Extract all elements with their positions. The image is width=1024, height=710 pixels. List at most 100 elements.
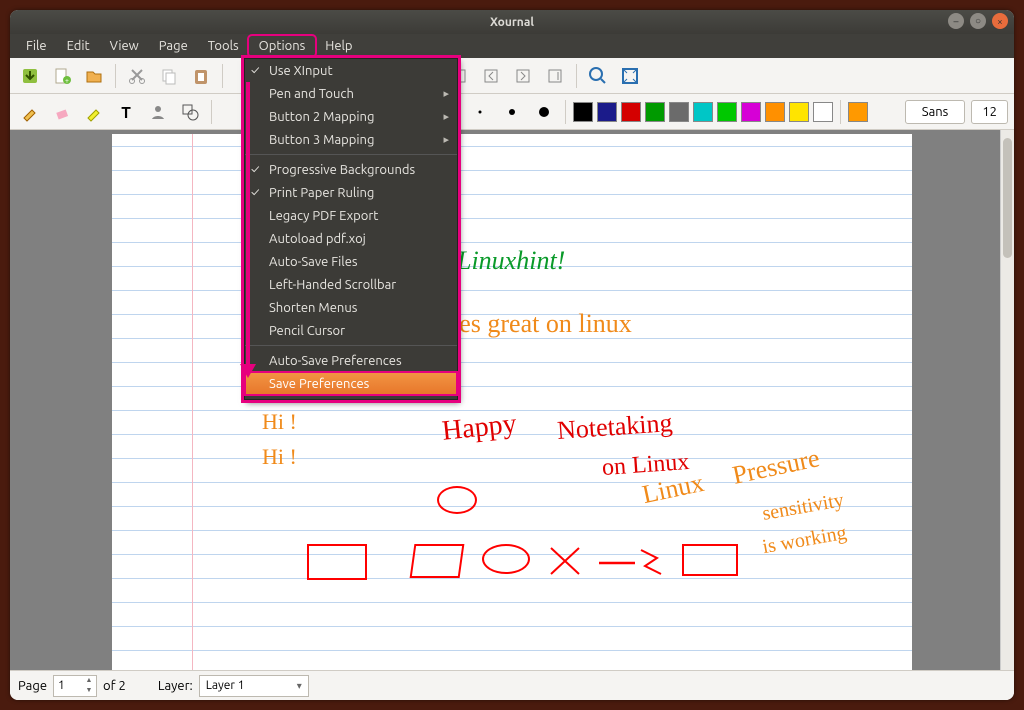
titlebar: Xournal – ○ × xyxy=(10,10,1014,34)
layer-combo[interactable]: Layer 1 xyxy=(199,675,309,697)
menu-item[interactable]: Shorten Menus xyxy=(245,296,457,319)
medium-stroke-icon[interactable] xyxy=(498,98,526,126)
maximize-button[interactable]: ○ xyxy=(970,13,986,29)
color-palette xyxy=(573,102,833,122)
paste-icon[interactable] xyxy=(187,62,215,90)
separator xyxy=(211,100,212,124)
pen-tool-icon[interactable] xyxy=(16,98,44,126)
menu-tools[interactable]: Tools xyxy=(198,36,249,56)
separator xyxy=(115,64,116,88)
new-icon[interactable]: + xyxy=(48,62,76,90)
hand-text: Hi ! xyxy=(262,444,297,470)
menu-item[interactable]: Left-Handed Scrollbar xyxy=(245,273,457,296)
menu-item[interactable]: Auto-Save Preferences xyxy=(245,349,457,372)
menu-file[interactable]: File xyxy=(16,36,57,56)
menu-item[interactable]: Autoload pdf.xoj xyxy=(245,227,457,250)
menu-edit[interactable]: Edit xyxy=(57,36,100,56)
drawn-oval xyxy=(482,544,530,574)
menu-item[interactable]: Button 3 Mapping xyxy=(245,128,457,151)
copy-icon[interactable] xyxy=(155,62,183,90)
separator xyxy=(576,64,577,88)
hand-text: Linuxhint! xyxy=(457,246,565,276)
drawn-rect xyxy=(682,544,738,576)
current-color-swatch[interactable] xyxy=(848,102,868,122)
color-swatch[interactable] xyxy=(621,102,641,122)
text-tool-icon[interactable]: T xyxy=(112,98,140,126)
eraser-tool-icon[interactable] xyxy=(48,98,76,126)
canvas-area[interactable]: Linuxhint! les great on linux Hi ! Hi ! … xyxy=(10,130,1014,670)
app-window: Xournal – ○ × File Edit View Page Tools … xyxy=(10,10,1014,700)
page-of-label: of 2 xyxy=(103,679,126,693)
menu-separator xyxy=(245,154,457,155)
highlighter-tool-icon[interactable] xyxy=(80,98,108,126)
close-button[interactable]: × xyxy=(992,13,1008,29)
zoom-icon[interactable] xyxy=(584,62,612,90)
menu-page[interactable]: Page xyxy=(149,36,198,56)
font-selector: Sans 12 xyxy=(905,100,1008,124)
color-swatch[interactable] xyxy=(597,102,617,122)
color-swatch[interactable] xyxy=(693,102,713,122)
options-dropdown: Use XInputPen and TouchButton 2 MappingB… xyxy=(244,58,458,400)
tool-options-toolbar: T Sans 12 xyxy=(10,94,1014,130)
thick-stroke-icon[interactable] xyxy=(530,98,558,126)
menu-separator xyxy=(245,345,457,346)
menu-view[interactable]: View xyxy=(100,36,149,56)
color-swatch[interactable] xyxy=(645,102,665,122)
image-tool-icon[interactable] xyxy=(144,98,172,126)
margin-line xyxy=(192,134,193,670)
prev-page-icon[interactable] xyxy=(477,62,505,90)
vertical-scrollbar[interactable] xyxy=(1000,130,1014,670)
main-toolbar: + xyxy=(10,58,1014,94)
window-controls: – ○ × xyxy=(948,13,1008,29)
separator xyxy=(458,100,459,124)
save-icon[interactable] xyxy=(16,62,44,90)
drawn-oval xyxy=(437,486,477,514)
drawn-rect xyxy=(307,544,367,580)
paper-page[interactable]: Linuxhint! les great on linux Hi ! Hi ! … xyxy=(112,134,912,670)
page-number-value: 1 xyxy=(58,679,65,692)
menu-item[interactable]: Button 2 Mapping xyxy=(245,105,457,128)
color-swatch[interactable] xyxy=(765,102,785,122)
menu-options[interactable]: Options xyxy=(249,36,316,56)
color-swatch[interactable] xyxy=(717,102,737,122)
last-page-icon[interactable] xyxy=(541,62,569,90)
separator xyxy=(840,100,841,124)
page-number-spin[interactable]: 1 ▲▼ xyxy=(53,675,97,697)
font-size-button[interactable]: 12 xyxy=(971,100,1008,124)
next-page-icon[interactable] xyxy=(509,62,537,90)
color-swatch[interactable] xyxy=(789,102,809,122)
drawn-x xyxy=(547,544,587,578)
cut-icon[interactable] xyxy=(123,62,151,90)
menu-item[interactable]: Auto-Save Files xyxy=(245,250,457,273)
page-label: Page xyxy=(18,679,47,693)
color-swatch[interactable] xyxy=(669,102,689,122)
scrollbar-thumb[interactable] xyxy=(1003,138,1012,258)
thin-stroke-icon[interactable] xyxy=(466,98,494,126)
open-icon[interactable] xyxy=(80,62,108,90)
separator xyxy=(222,64,223,88)
color-swatch[interactable] xyxy=(813,102,833,122)
drawn-line xyxy=(597,556,637,570)
fullscreen-icon[interactable] xyxy=(616,62,644,90)
layer-label: Layer: xyxy=(158,679,193,693)
hand-text: les great on linux xyxy=(452,309,632,339)
menu-item[interactable]: Pencil Cursor xyxy=(245,319,457,342)
menu-help[interactable]: Help xyxy=(315,36,362,56)
menu-item[interactable]: Legacy PDF Export xyxy=(245,204,457,227)
color-swatch[interactable] xyxy=(741,102,761,122)
font-name-button[interactable]: Sans xyxy=(905,100,966,124)
menu-item[interactable]: Save Preferences xyxy=(245,372,457,395)
separator xyxy=(565,100,566,124)
menu-item[interactable]: Pen and Touch xyxy=(245,82,457,105)
svg-text:T: T xyxy=(121,104,131,122)
drawn-zigzag xyxy=(637,544,667,578)
menubar: File Edit View Page Tools Options Help xyxy=(10,34,1014,58)
minimize-button[interactable]: – xyxy=(948,13,964,29)
shape-tool-icon[interactable] xyxy=(176,98,204,126)
hand-text: Hi ! xyxy=(262,409,297,435)
menu-item[interactable]: Use XInput xyxy=(245,59,457,82)
menu-item[interactable]: Progressive Backgrounds xyxy=(245,158,457,181)
menu-item[interactable]: Print Paper Ruling xyxy=(245,181,457,204)
statusbar: Page 1 ▲▼ of 2 Layer: Layer 1 xyxy=(10,670,1014,700)
color-swatch[interactable] xyxy=(573,102,593,122)
